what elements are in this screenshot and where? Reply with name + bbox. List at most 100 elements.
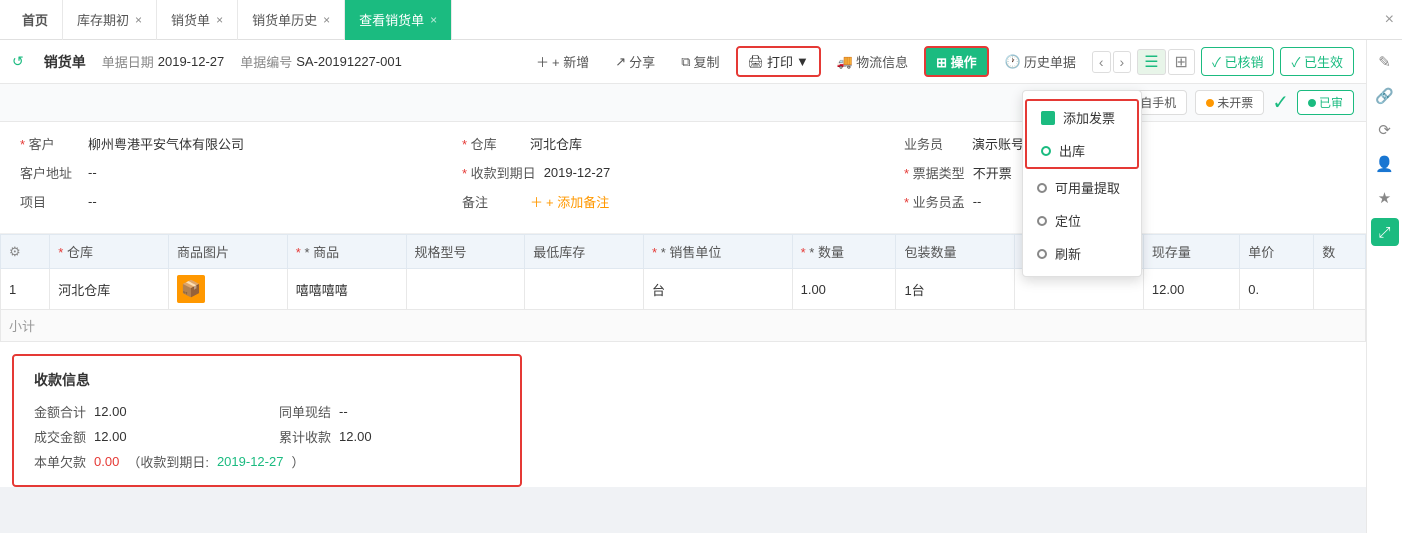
cell-min-stock [525, 269, 644, 310]
ops-button[interactable]: ⊞ 操作 [924, 46, 989, 77]
col-product-img: 商品图片 [169, 235, 288, 269]
prev-arrow[interactable]: ‹ [1092, 51, 1111, 73]
table-row: 1 河北仓库 📦 嘻嘻嘻嘻 台 1.00 1台 12.00 0. [1, 269, 1366, 310]
cumulative-row: 累计收款 12.00 [279, 427, 500, 446]
cell-row-num: 1 [1, 269, 50, 310]
col-unit-price: 单价 [1240, 235, 1314, 269]
cell-pack-qty: 1台 [896, 269, 1015, 310]
close-tab-inventory[interactable]: × [135, 13, 142, 27]
locate-icon [1037, 216, 1047, 226]
tab-inventory-start[interactable]: 库存期初 × [63, 0, 157, 40]
sidebar-star-btn[interactable]: ★ [1371, 184, 1399, 212]
subtotal-label: 小计 [1, 310, 1366, 342]
cell-warehouse: 河北仓库 [50, 269, 169, 310]
col-more: 数 [1314, 235, 1366, 269]
tab-bar: 首页 库存期初 × 销货单 × 销货单历史 × 查看销货单 × × [0, 0, 1402, 40]
dropdown-item-refresh[interactable]: 刷新 [1023, 237, 1141, 270]
doc-no-meta: 单据编号 SA-20191227-001 [240, 52, 402, 71]
sidebar-rotate-btn[interactable]: ⟳ [1371, 116, 1399, 144]
tab-sales-history[interactable]: 销货单历史 × [238, 0, 345, 40]
payment-rows: 金额合计 12.00 同单现结 -- 成交金额 12.00 累计收款 12.00… [34, 402, 500, 471]
dropdown-item-available-qty[interactable]: 可用量提取 [1023, 171, 1141, 204]
effective-button[interactable]: ✓ 已生效 [1280, 47, 1354, 76]
sidebar-expand-btn[interactable]: ⤢ [1371, 218, 1399, 246]
col-product: * 商品 [287, 235, 406, 269]
same-order-row: 同单现结 -- [279, 402, 500, 421]
arrears-note: （收款到期日: [127, 452, 209, 471]
due-date-value: 2019-12-27 [544, 165, 611, 180]
sidebar-link-btn[interactable]: 🔗 [1371, 82, 1399, 110]
sidebar-edit-btn[interactable]: ✎ [1371, 48, 1399, 76]
grid-view-btn[interactable]: ⊞ [1168, 49, 1195, 75]
add-invoice-icon [1041, 111, 1055, 125]
payment-title: 收款信息 [34, 370, 500, 390]
note-add-link[interactable]: ＋ + 添加备注 [530, 192, 609, 211]
warehouse-label: 仓库 [462, 134, 522, 153]
customer-value: 柳州粤港平安气体有限公司 [88, 134, 244, 153]
same-order-label: 同单现结 [279, 402, 331, 421]
plus-icon: ＋ [530, 192, 543, 211]
share-button[interactable]: ↗ 分享 [605, 48, 665, 75]
ticket-type-value: 不开票 [973, 163, 1012, 182]
total-value: 12.00 [94, 404, 127, 419]
warehouse-value: 河北仓库 [530, 134, 582, 153]
due-date-field: 收款到期日 2019-12-27 [462, 163, 904, 182]
warehouse-field: 仓库 河北仓库 [462, 134, 904, 153]
dropdown-item-locate[interactable]: 定位 [1023, 204, 1141, 237]
secondary-toolbar: 📱 来自手机 未开票 ✓ 已审 [0, 84, 1366, 122]
available-qty-icon [1037, 183, 1047, 193]
copy-button[interactable]: ⧉ 复制 [671, 48, 729, 75]
address-label: 客户地址 [20, 163, 80, 182]
close-tab-view-sales[interactable]: × [430, 13, 437, 27]
next-arrow[interactable]: › [1113, 51, 1132, 73]
logistics-button[interactable]: 🚚 物流信息 [827, 48, 918, 75]
deal-amount-row: 成交金额 12.00 [34, 427, 255, 446]
tab-view-sales[interactable]: 查看销货单 × [345, 0, 452, 40]
note-field: 备注 ＋ + 添加备注 [462, 192, 904, 211]
doc-title-area: ↺ 销货单 单据日期 2019-12-27 单据编号 SA-20191227-0… [12, 52, 518, 72]
not-opened-button[interactable]: 未开票 [1195, 90, 1264, 115]
sales-staff-value: -- [973, 194, 982, 209]
arrears-date: 2019-12-27 [217, 454, 284, 469]
doc-date-meta: 单据日期 2019-12-27 [102, 52, 225, 71]
staff-value: 演示账号 [972, 134, 1024, 153]
view-btns: ☰ ⊞ [1137, 49, 1195, 75]
new-button[interactable]: ＋ + 新增 [526, 48, 599, 75]
no-value: SA-20191227-001 [296, 54, 402, 69]
gear-icon[interactable]: ⚙ [9, 244, 21, 259]
table-subtotal-row: 小计 [1, 310, 1366, 342]
dropdown-item-add-invoice[interactable]: 添加发票 [1027, 101, 1137, 134]
green-dot [1308, 99, 1316, 107]
sidebar-user-btn[interactable]: 👤 [1371, 150, 1399, 178]
same-order-value: -- [339, 404, 348, 419]
form-row-2: 客户地址 -- 收款到期日 2019-12-27 票据类型 不开票 [20, 163, 1346, 182]
new-icon: ＋ [536, 52, 549, 71]
print-button[interactable]: 🖨 打印 ▼ [736, 46, 821, 77]
refresh-icon [1037, 249, 1047, 259]
table-section: ⚙ 仓库 商品图片 * 商品 规格型号 最低库存 * 销售单位 * 数量 包装数… [0, 234, 1366, 342]
project-field: 项目 -- [20, 192, 462, 211]
note-label: 备注 [462, 192, 522, 211]
tab-sales-order[interactable]: 销货单 × [157, 0, 238, 40]
history-icon: 🕐 [1005, 54, 1021, 70]
close-tab-history[interactable]: × [323, 13, 330, 27]
list-view-btn[interactable]: ☰ [1137, 49, 1165, 75]
dropdown-item-outbound[interactable]: 出库 [1027, 134, 1137, 167]
page-wrapper: 首页 库存期初 × 销货单 × 销货单历史 × 查看销货单 × × ↺ 销货单 … [0, 0, 1402, 533]
check-button[interactable]: ✓ [1272, 90, 1289, 115]
date-label: 单据日期 [102, 52, 154, 71]
sold-button[interactable]: ✓ ✓ 已核销 已核销 [1201, 47, 1275, 76]
col-gear: ⚙ [1, 235, 50, 269]
close-tab-sales[interactable]: × [216, 13, 223, 27]
cell-spec [406, 269, 525, 310]
tab-home[interactable]: 首页 [8, 0, 63, 40]
ops-grid-icon: ⊞ [936, 55, 947, 70]
project-value: -- [88, 194, 97, 209]
check-green-button[interactable]: 已审 [1297, 90, 1354, 115]
table-header-row: ⚙ 仓库 商品图片 * 商品 规格型号 最低库存 * 销售单位 * 数量 包装数… [1, 235, 1366, 269]
col-spec: 规格型号 [406, 235, 525, 269]
history-button[interactable]: 🕐 历史单据 [995, 48, 1086, 75]
cell-unit-price: 0. [1240, 269, 1314, 310]
form-row-1: 客户 柳州粤港平安气体有限公司 仓库 河北仓库 业务员 演示账号 [20, 134, 1346, 153]
close-window-icon[interactable]: × [1385, 11, 1394, 29]
